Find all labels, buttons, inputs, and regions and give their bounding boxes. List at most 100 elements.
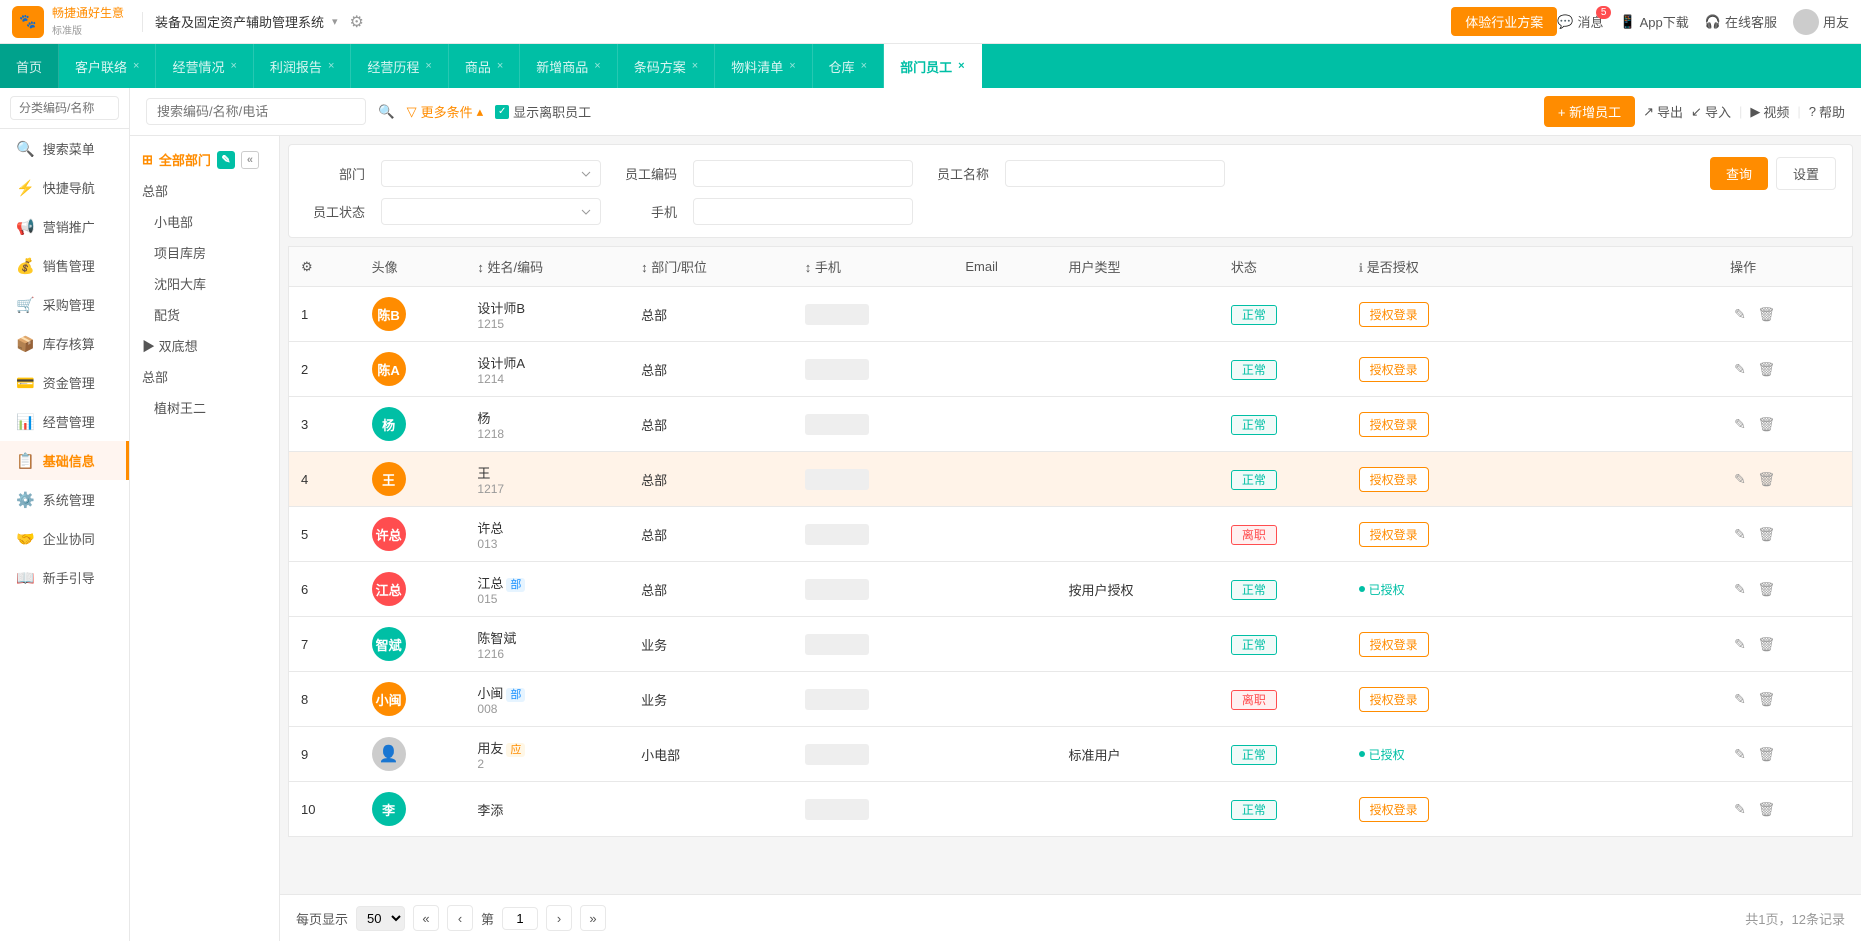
sidebar-item-采购管理[interactable]: 🛒采购管理 [0, 285, 129, 324]
edit-button[interactable]: ✎ [1730, 469, 1750, 490]
nav-tab-新增商品[interactable]: 新增商品× [520, 44, 617, 88]
emp-code-input[interactable] [693, 160, 913, 187]
sidebar-item-快捷导航[interactable]: ⚡快捷导航 [0, 168, 129, 207]
import-button[interactable]: ↙ 导入 [1691, 102, 1731, 121]
dept-item-配货[interactable]: 配货 [130, 299, 279, 330]
sidebar-item-资金管理[interactable]: 💳资金管理 [0, 363, 129, 402]
more-filter-button[interactable]: ▽ 更多条件 ▴ [407, 102, 484, 121]
dept-select[interactable] [381, 160, 601, 187]
sidebar-item-系统管理[interactable]: ⚙️系统管理 [0, 480, 129, 519]
delete-button[interactable]: 🗑 [1753, 579, 1779, 600]
col-name[interactable]: ↕ 姓名/编码 [465, 247, 629, 287]
edit-button[interactable]: ✎ [1730, 634, 1750, 655]
auth-login-button[interactable]: 授权登录 [1359, 467, 1429, 492]
dept-edit-button[interactable]: ✎ [217, 151, 235, 169]
export-button[interactable]: ↗ 导出 [1643, 102, 1683, 121]
col-settings[interactable]: ⚙ [289, 247, 360, 287]
sidebar-item-新手引导[interactable]: 📖新手引导 [0, 558, 129, 597]
reset-button[interactable]: 设置 [1776, 157, 1836, 190]
help-button[interactable]: ? 帮助 [1809, 102, 1845, 121]
sidebar-item-基础信息[interactable]: 📋基础信息 [0, 441, 129, 480]
edit-button[interactable]: ✎ [1730, 579, 1750, 600]
auth-login-button[interactable]: 授权登录 [1359, 797, 1429, 822]
dept-item-小电部[interactable]: 小电部 [130, 206, 279, 237]
close-tab-icon[interactable]: × [594, 60, 600, 72]
nav-tab-利润报告[interactable]: 利润报告× [254, 44, 351, 88]
sidebar-item-搜索菜单[interactable]: 🔍搜索菜单 [0, 129, 129, 168]
close-tab-icon[interactable]: × [497, 60, 503, 72]
nav-tab-商品[interactable]: 商品× [449, 44, 520, 88]
add-employee-button[interactable]: + 新增员工 [1544, 96, 1635, 127]
auth-login-button[interactable]: 授权登录 [1359, 687, 1429, 712]
sidebar-search-input[interactable] [10, 96, 119, 120]
sidebar-item-营销推广[interactable]: 📢营销推广 [0, 207, 129, 246]
sidebar-item-销售管理[interactable]: 💰销售管理 [0, 246, 129, 285]
close-tab-icon[interactable]: × [328, 60, 334, 72]
edit-button[interactable]: ✎ [1730, 414, 1750, 435]
delete-button[interactable]: 🗑 [1753, 524, 1779, 545]
edit-button[interactable]: ✎ [1730, 359, 1750, 380]
prev-page-button[interactable]: ‹ [447, 905, 473, 931]
col-phone[interactable]: ↕ 手机 [793, 247, 954, 287]
message-button[interactable]: 💬 消息 5 [1557, 12, 1603, 31]
page-input[interactable] [502, 907, 538, 930]
delete-button[interactable]: 🗑 [1753, 359, 1779, 380]
delete-button[interactable]: 🗑 [1753, 634, 1779, 655]
close-tab-icon[interactable]: × [133, 60, 139, 72]
edit-button[interactable]: ✎ [1730, 524, 1750, 545]
auth-login-button[interactable]: 授权登录 [1359, 412, 1429, 437]
delete-button[interactable]: 🗑 [1753, 469, 1779, 490]
nav-tab-部门员工[interactable]: 部门员工× [884, 44, 981, 88]
trial-button[interactable]: 体验行业方案 [1451, 7, 1557, 36]
sidebar-item-库存核算[interactable]: 📦库存核算 [0, 324, 129, 363]
close-tab-icon[interactable]: × [230, 60, 236, 72]
dept-item-总部[interactable]: 总部 [130, 361, 279, 392]
edit-button[interactable]: ✎ [1730, 799, 1750, 820]
auth-login-button[interactable]: 授权登录 [1359, 632, 1429, 657]
delete-button[interactable]: 🗑 [1753, 799, 1779, 820]
nav-tab-物料清单[interactable]: 物料清单× [715, 44, 812, 88]
dept-item-项目库房[interactable]: 项目库房 [130, 237, 279, 268]
nav-tab-经营历程[interactable]: 经营历程× [351, 44, 448, 88]
nav-tab-客户联络[interactable]: 客户联络× [59, 44, 156, 88]
close-tab-icon[interactable]: × [692, 60, 698, 72]
search-icon-button[interactable]: 🔍 [378, 104, 395, 120]
edit-button[interactable]: ✎ [1730, 304, 1750, 325]
close-tab-icon[interactable]: × [789, 60, 795, 72]
dept-tree-header[interactable]: ⊞ 全部部门 ✎ « [130, 144, 279, 175]
delete-button[interactable]: 🗑 [1753, 744, 1779, 765]
last-page-button[interactable]: » [580, 905, 606, 931]
auth-login-button[interactable]: 授权登录 [1359, 522, 1429, 547]
online-service-button[interactable]: 🎧 在线客服 [1705, 12, 1777, 31]
sidebar-item-经营管理[interactable]: 📊经营管理 [0, 402, 129, 441]
nav-tab-条码方案[interactable]: 条码方案× [618, 44, 715, 88]
close-tab-icon[interactable]: × [958, 60, 964, 72]
dept-item-植树王二[interactable]: 植树王二 [130, 392, 279, 423]
auth-login-button[interactable]: 授权登录 [1359, 357, 1429, 382]
edit-button[interactable]: ✎ [1730, 689, 1750, 710]
nav-tab-经营情况[interactable]: 经营情况× [156, 44, 253, 88]
query-button[interactable]: 查询 [1710, 157, 1768, 190]
delete-button[interactable]: 🗑 [1753, 414, 1779, 435]
phone-input[interactable] [693, 198, 913, 225]
auth-login-button[interactable]: 授权登录 [1359, 302, 1429, 327]
emp-status-select[interactable] [381, 198, 601, 225]
delete-button[interactable]: 🗑 [1753, 689, 1779, 710]
first-page-button[interactable]: « [413, 905, 439, 931]
col-dept[interactable]: ↕ 部门/职位 [629, 247, 793, 287]
per-page-select[interactable]: 50 [356, 906, 405, 931]
dept-item-沈阳大库[interactable]: 沈阳大库 [130, 268, 279, 299]
video-button[interactable]: ▶ 视频 [1750, 102, 1789, 121]
nav-tab-首页[interactable]: 首页 [0, 44, 59, 88]
show-inactive-checkbox[interactable]: ✓ 显示离职员工 [495, 102, 591, 121]
close-tab-icon[interactable]: × [425, 60, 431, 72]
employee-search-input[interactable] [146, 98, 366, 125]
next-page-button[interactable]: › [546, 905, 572, 931]
dept-item-▶ 双底想[interactable]: ▶ 双底想 [130, 330, 279, 361]
emp-name-input[interactable] [1005, 160, 1225, 187]
app-download-button[interactable]: 📱 App下载 [1619, 12, 1688, 31]
sidebar-item-企业协同[interactable]: 🤝企业协同 [0, 519, 129, 558]
dropdown-arrow-icon[interactable]: ▾ [332, 15, 338, 28]
user-menu[interactable]: 用友 [1793, 9, 1849, 35]
nav-tab-仓库[interactable]: 仓库× [813, 44, 884, 88]
